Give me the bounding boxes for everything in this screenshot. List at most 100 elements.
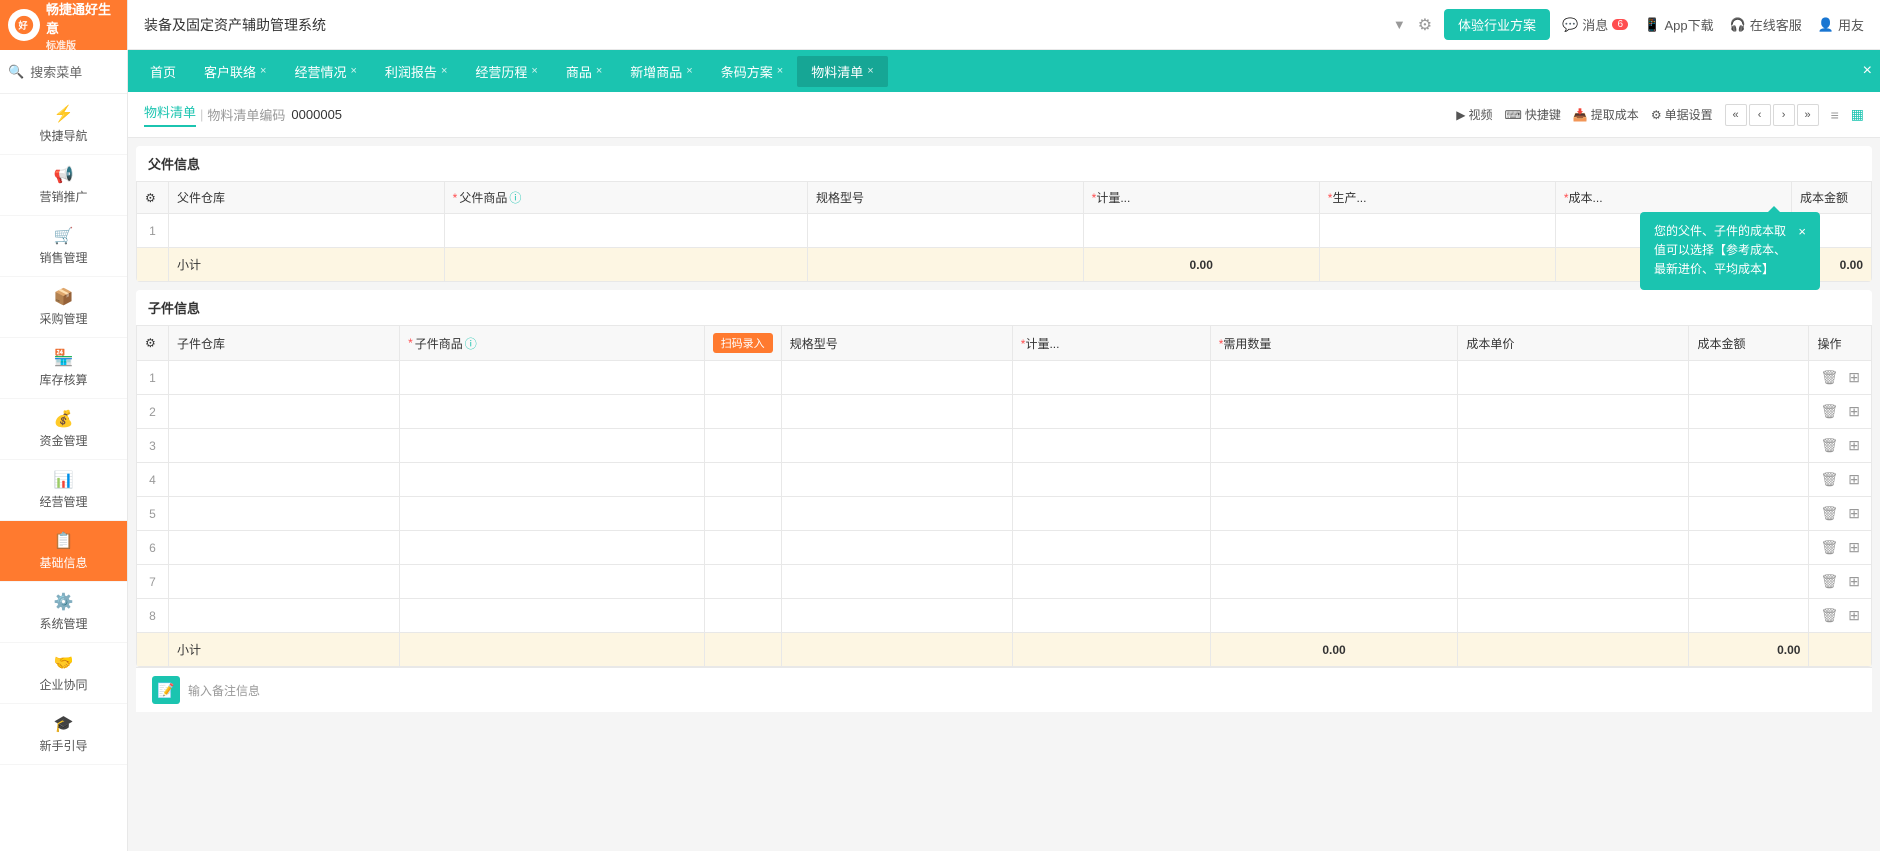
child-row-2-spec[interactable] <box>781 395 1012 429</box>
sidebar-item-guide[interactable]: 🎓新手引导 <box>0 704 127 765</box>
child-row-5-unit-cost[interactable] <box>1458 497 1689 531</box>
parent-row-1-measure[interactable] <box>1083 214 1319 248</box>
child-row-1-measure[interactable] <box>1012 361 1210 395</box>
tab-new-goods[interactable]: 新增商品 × <box>616 56 706 87</box>
child-row-7-unit-cost[interactable] <box>1458 565 1689 599</box>
view-mode-icon2[interactable]: ▦ <box>1851 106 1864 123</box>
child-row-7-copy-btn[interactable]: ⊞ <box>1845 572 1863 591</box>
child-row-7-product[interactable] <box>400 565 705 599</box>
next-last-btn[interactable]: » <box>1797 104 1819 126</box>
child-row-4-delete-btn[interactable]: 🗑 <box>1817 470 1841 489</box>
child-row-7-warehouse[interactable] <box>169 565 400 599</box>
child-row-4-unit-cost[interactable] <box>1458 463 1689 497</box>
child-row-2-amount[interactable] <box>1689 395 1809 429</box>
message-item[interactable]: 💬 消息 6 <box>1562 15 1628 34</box>
child-row-4-spec[interactable] <box>781 463 1012 497</box>
sidebar-item-enterprise[interactable]: 🤝企业协同 <box>0 643 127 704</box>
sidebar-item-finance[interactable]: 💰资金管理 <box>0 399 127 460</box>
online-service-item[interactable]: 🎧 在线客服 <box>1730 15 1802 34</box>
parent-th-gear[interactable]: ⚙ <box>137 182 169 214</box>
child-row-5-amount[interactable] <box>1689 497 1809 531</box>
child-row-2-copy-btn[interactable]: ⊞ <box>1845 402 1863 421</box>
child-row-5-product[interactable] <box>400 497 705 531</box>
child-th-gear[interactable]: ⚙ <box>137 326 169 361</box>
child-row-2-warehouse[interactable] <box>169 395 400 429</box>
tab-operation[interactable]: 经营情况 × <box>280 56 370 87</box>
sidebar-item-inventory[interactable]: 🏪库存核算 <box>0 338 127 399</box>
sub-header-bom[interactable]: 物料清单 <box>144 102 196 127</box>
child-row-6-product[interactable] <box>400 531 705 565</box>
child-row-2-measure[interactable] <box>1012 395 1210 429</box>
child-row-8-warehouse[interactable] <box>169 599 400 633</box>
child-row-1-spec[interactable] <box>781 361 1012 395</box>
tab-history[interactable]: 经营历程 × <box>461 56 551 87</box>
sidebar-item-purchase[interactable]: 📦采购管理 <box>0 277 127 338</box>
trial-btn[interactable]: 体验行业方案 <box>1444 9 1550 40</box>
sidebar-item-basic[interactable]: 📋基础信息 <box>0 521 127 582</box>
tabs-close-all-btn[interactable]: × <box>1863 62 1872 80</box>
child-row-6-unit-cost[interactable] <box>1458 531 1689 565</box>
sidebar-item-operation[interactable]: 📊经营管理 <box>0 460 127 521</box>
child-row-8-unit-cost[interactable] <box>1458 599 1689 633</box>
child-row-8-spec[interactable] <box>781 599 1012 633</box>
sidebar-item-sales[interactable]: 🛒销售管理 <box>0 216 127 277</box>
child-row-7-spec[interactable] <box>781 565 1012 599</box>
child-row-5-qty[interactable] <box>1210 497 1458 531</box>
view-action[interactable]: ▶ 视频 <box>1456 106 1492 123</box>
tab-goods[interactable]: 商品 × <box>552 56 616 87</box>
child-row-8-qty[interactable] <box>1210 599 1458 633</box>
settings-icon[interactable]: ⚙ <box>1418 15 1432 35</box>
child-row-2-delete-btn[interactable]: 🗑 <box>1817 402 1841 421</box>
child-row-4-amount[interactable] <box>1689 463 1809 497</box>
next-btn[interactable]: › <box>1773 104 1795 126</box>
child-row-3-copy-btn[interactable]: ⊞ <box>1845 436 1863 455</box>
prev-btn[interactable]: ‹ <box>1749 104 1771 126</box>
tab-barcode-close[interactable]: × <box>777 65 783 77</box>
tab-profit-close[interactable]: × <box>441 65 447 77</box>
child-row-1-qty[interactable] <box>1210 361 1458 395</box>
child-row-6-warehouse[interactable] <box>169 531 400 565</box>
child-row-6-amount[interactable] <box>1689 531 1809 565</box>
child-row-7-delete-btn[interactable]: 🗑 <box>1817 572 1841 591</box>
tooltip-close-btn[interactable]: × <box>1798 222 1806 243</box>
child-row-3-qty[interactable] <box>1210 429 1458 463</box>
child-row-3-measure[interactable] <box>1012 429 1210 463</box>
sidebar-item-quick-nav[interactable]: ⚡快捷导航 <box>0 94 127 155</box>
child-row-7-measure[interactable] <box>1012 565 1210 599</box>
child-row-4-warehouse[interactable] <box>169 463 400 497</box>
child-row-8-delete-btn[interactable]: 🗑 <box>1817 606 1841 625</box>
child-row-3-delete-btn[interactable]: 🗑 <box>1817 436 1841 455</box>
child-row-3-spec[interactable] <box>781 429 1012 463</box>
child-row-4-measure[interactable] <box>1012 463 1210 497</box>
tab-history-close[interactable]: × <box>531 65 537 77</box>
child-row-3-unit-cost[interactable] <box>1458 429 1689 463</box>
child-row-5-warehouse[interactable] <box>169 497 400 531</box>
single-settings-action[interactable]: ⚙ 单据设置 <box>1651 106 1713 123</box>
tab-operation-close[interactable]: × <box>350 65 356 77</box>
child-row-6-measure[interactable] <box>1012 531 1210 565</box>
tab-new-goods-close[interactable]: × <box>686 65 692 77</box>
child-row-5-copy-btn[interactable]: ⊞ <box>1845 504 1863 523</box>
child-row-1-delete-btn[interactable]: 🗑 <box>1817 368 1841 387</box>
sidebar-item-marketing[interactable]: 📢营销推广 <box>0 155 127 216</box>
sidebar-item-system[interactable]: ⚙️系统管理 <box>0 582 127 643</box>
child-row-8-product[interactable] <box>400 599 705 633</box>
prev-first-btn[interactable]: « <box>1725 104 1747 126</box>
scan-btn[interactable]: 扫码录入 <box>713 333 773 353</box>
child-row-1-warehouse[interactable] <box>169 361 400 395</box>
topbar-dropdown-icon[interactable]: ▼ <box>1393 17 1406 32</box>
child-row-5-measure[interactable] <box>1012 497 1210 531</box>
tab-home[interactable]: 首页 <box>136 56 190 87</box>
child-row-8-measure[interactable] <box>1012 599 1210 633</box>
tab-bom[interactable]: 物料清单 × <box>797 56 887 87</box>
child-row-4-qty[interactable] <box>1210 463 1458 497</box>
tab-customer-close[interactable]: × <box>260 65 266 77</box>
child-row-4-copy-btn[interactable]: ⊞ <box>1845 470 1863 489</box>
child-row-6-copy-btn[interactable]: ⊞ <box>1845 538 1863 557</box>
parent-row-1-spec[interactable] <box>808 214 1084 248</box>
tab-customer[interactable]: 客户联络 × <box>190 56 280 87</box>
shortcut-action[interactable]: ⌨ 快捷键 <box>1505 106 1561 123</box>
user-item[interactable]: 👤 用友 <box>1818 15 1864 34</box>
parent-row-1-product[interactable] <box>444 214 807 248</box>
child-row-5-spec[interactable] <box>781 497 1012 531</box>
